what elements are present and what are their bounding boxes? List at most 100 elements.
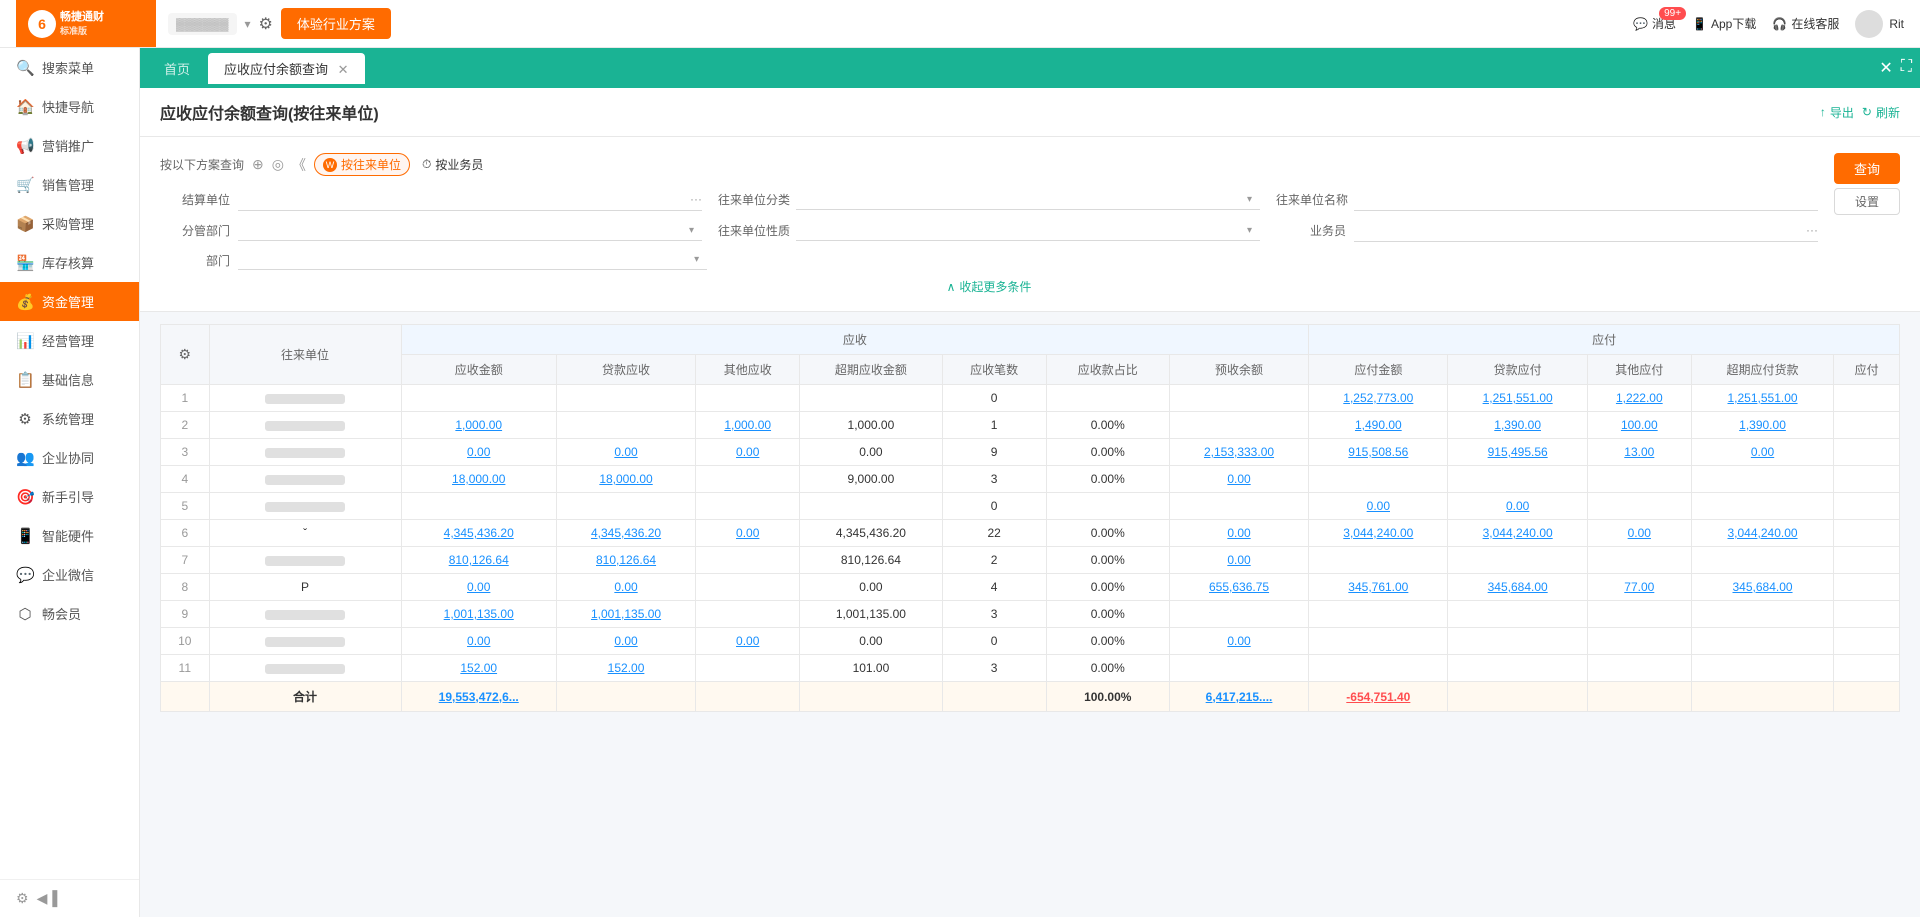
settings-col-header[interactable]: ⚙ xyxy=(161,325,210,385)
sidebar-item-collab[interactable]: 👥 企业协同 xyxy=(0,438,139,477)
tab-home-label: 首页 xyxy=(164,62,190,77)
tab-query-label: 应收应付余额查询 xyxy=(224,62,328,77)
tab-close-window-icon[interactable]: ✕ xyxy=(1879,58,1892,78)
col-yingshou-qt: 其他应收 xyxy=(696,355,800,385)
sidebar-item-sales[interactable]: 🛒 销售管理 xyxy=(0,165,139,204)
jiesuan-input[interactable] xyxy=(238,188,690,210)
tab-close-icon[interactable]: ✕ xyxy=(338,62,349,77)
yingfu-group-header: 应付 xyxy=(1309,325,1900,355)
tab-home[interactable]: 首页 xyxy=(148,53,206,84)
col-yingshou-dk: 贷款应收 xyxy=(556,355,695,385)
table-row: 500.000.00 xyxy=(161,493,1900,520)
settings-icon[interactable]: ⚙ xyxy=(259,14,273,34)
settings-bottom-icon[interactable]: ⚙ xyxy=(16,890,29,907)
refresh-button[interactable]: ↻ 刷新 xyxy=(1862,104,1900,121)
finance-icon: 💰 xyxy=(16,293,34,311)
footer-yingfu-je[interactable]: -654,751.40 xyxy=(1309,682,1448,712)
table-footer-row: 合计 19,553,472,6... 100.00% 6,417,215....… xyxy=(161,682,1900,712)
partner-cell xyxy=(209,493,401,520)
table-row: 101,252,773.001,251,551.001,222.001,251,… xyxy=(161,385,1900,412)
sales-icon: 🛒 xyxy=(16,176,34,194)
sidebar-item-finance[interactable]: 💰 资金管理 xyxy=(0,282,139,321)
bumen-select[interactable]: ▾ xyxy=(238,250,707,270)
scheme-back-icon[interactable]: 《 xyxy=(292,155,306,175)
clock-icon: ⏱ xyxy=(422,157,431,172)
scheme-option-salesman[interactable]: ⏱ 按业务员 xyxy=(414,153,491,176)
yewuyuan-dots-icon[interactable]: ··· xyxy=(1806,223,1818,237)
partner-cell xyxy=(209,655,401,682)
sidebar-item-system[interactable]: ⚙ 系统管理 xyxy=(0,399,139,438)
export-icon: ↑ xyxy=(1820,105,1826,119)
page-header: 应收应付余额查询(按往来单位) ↑ 导出 ↻ 刷新 xyxy=(140,88,1920,137)
sidebar: 🔍 搜索菜单 🏠 快捷导航 📢 营销推广 🛒 销售管理 📦 采购管理 🏪 库存核… xyxy=(0,48,140,917)
sidebar-item-wechat[interactable]: 💬 企业微信 xyxy=(0,555,139,594)
yewuyuan-input[interactable] xyxy=(1354,219,1806,241)
sidebar-item-operation[interactable]: 📊 经营管理 xyxy=(0,321,139,360)
footer-yingshou-cq xyxy=(800,682,942,712)
sidebar-item-quicknav[interactable]: 🏠 快捷导航 xyxy=(0,87,139,126)
query-button[interactable]: 查询 xyxy=(1834,153,1900,184)
footer-yingshou-dk xyxy=(556,682,695,712)
sidebar-label-purchase: 采购管理 xyxy=(42,214,94,233)
jiesuan-dots-icon[interactable]: ··· xyxy=(690,192,702,206)
content-area: 首页 应收应付余额查询 ✕ ✕ ⛶ 应收应付余额查询(按往来单位) ↑ 导出 xyxy=(140,48,1920,917)
xingzhi-select[interactable]: ▾ xyxy=(796,221,1260,241)
table-row: 11152.00152.00101.0030.00% xyxy=(161,655,1900,682)
plan-button[interactable]: 体验行业方案 xyxy=(281,8,391,39)
tab-bar-actions: ✕ ⛶ xyxy=(1879,58,1912,78)
footer-yingshou-bs xyxy=(942,682,1046,712)
scheme-eye-icon[interactable]: ◎ xyxy=(272,156,284,173)
avatar xyxy=(1855,10,1883,38)
wanglai-fenlei-select[interactable]: ▾ xyxy=(796,190,1260,210)
footer-yingfu-cq xyxy=(1691,682,1833,712)
table-row: 418,000.0018,000.009,000.0030.00%0.00 xyxy=(161,466,1900,493)
main-layout: 🔍 搜索菜单 🏠 快捷导航 📢 营销推广 🛒 销售管理 📦 采购管理 🏪 库存核… xyxy=(0,48,1920,917)
message-button[interactable]: 💬 消息 99+ xyxy=(1633,15,1676,32)
footer-yingshou-zb: 100.00% xyxy=(1046,682,1169,712)
export-button[interactable]: ↑ 导出 xyxy=(1820,104,1854,121)
partner-cell: ˇ xyxy=(209,520,401,547)
sidebar-item-inventory[interactable]: 🏪 库存核算 xyxy=(0,243,139,282)
header-right: 💬 消息 99+ 📱 App下载 🎧 在线客服 Rit xyxy=(1633,10,1904,38)
partner-cell xyxy=(209,439,401,466)
search-icon: 🔍 xyxy=(16,59,34,77)
message-badge: 99+ xyxy=(1659,7,1686,20)
logo-icon: 6 xyxy=(28,10,56,38)
set-button[interactable]: 设置 xyxy=(1834,188,1900,215)
page-actions: ↑ 导出 ↻ 刷新 xyxy=(1820,104,1900,121)
fenguan-select[interactable]: ▾ xyxy=(238,221,702,241)
collapse-sidebar-icon[interactable]: ◀▐ xyxy=(37,890,58,907)
scheme-label: 按以下方案查询 xyxy=(160,156,244,173)
sidebar-item-purchase[interactable]: 📦 采购管理 xyxy=(0,204,139,243)
bumen-chevron-icon: ▾ xyxy=(694,254,699,265)
page-content: 应收应付余额查询(按往来单位) ↑ 导出 ↻ 刷新 xyxy=(140,88,1920,917)
tab-query[interactable]: 应收应付余额查询 ✕ xyxy=(208,53,365,84)
online-service-button[interactable]: 🎧 在线客服 xyxy=(1772,15,1839,32)
system-icon: ⚙ xyxy=(16,410,34,428)
scheme-option-partner[interactable]: W 按往来单位 xyxy=(314,153,410,176)
sidebar-item-basic[interactable]: 📋 基础信息 xyxy=(0,360,139,399)
scheme-add-icon[interactable]: ⊕ xyxy=(252,156,264,173)
tab-maximize-icon[interactable]: ⛶ xyxy=(1901,58,1912,78)
sidebar-item-member[interactable]: ⬡ 畅会员 xyxy=(0,594,139,633)
col-yingfu-qt: 其他应付 xyxy=(1587,355,1691,385)
sidebar-item-search[interactable]: 🔍 搜索菜单 xyxy=(0,48,139,87)
breadcrumb-chevron-icon[interactable]: ▾ xyxy=(245,17,251,31)
filter-row-3: 部门 ▾ xyxy=(160,250,1818,270)
sidebar-item-hardware[interactable]: 📱 智能硬件 xyxy=(0,516,139,555)
filter-field-jiesuan: 结算单位 ··· xyxy=(160,188,702,211)
sidebar-label-search: 搜索菜单 xyxy=(42,58,94,77)
sidebar-item-guide[interactable]: 🎯 新手引导 xyxy=(0,477,139,516)
col-yingshou-zb: 应收款占比 xyxy=(1046,355,1169,385)
app-download-button[interactable]: 📱 App下载 xyxy=(1692,15,1756,32)
collapse-button[interactable]: ∧ 收起更多条件 xyxy=(947,278,1032,295)
message-icon: 💬 xyxy=(1633,17,1648,31)
footer-yingshou-je[interactable]: 19,553,472,6... xyxy=(401,682,556,712)
purchase-icon: 📦 xyxy=(16,215,34,233)
sidebar-label-sales: 销售管理 xyxy=(42,175,94,194)
sidebar-item-marketing[interactable]: 📢 营销推广 xyxy=(0,126,139,165)
footer-yingshou-yushou[interactable]: 6,417,215.... xyxy=(1169,682,1308,712)
table-settings-icon[interactable]: ⚙ xyxy=(179,346,192,362)
table-row: 6ˇ4,345,436.204,345,436.200.004,345,436.… xyxy=(161,520,1900,547)
wanglai-name-input[interactable] xyxy=(1354,188,1818,211)
